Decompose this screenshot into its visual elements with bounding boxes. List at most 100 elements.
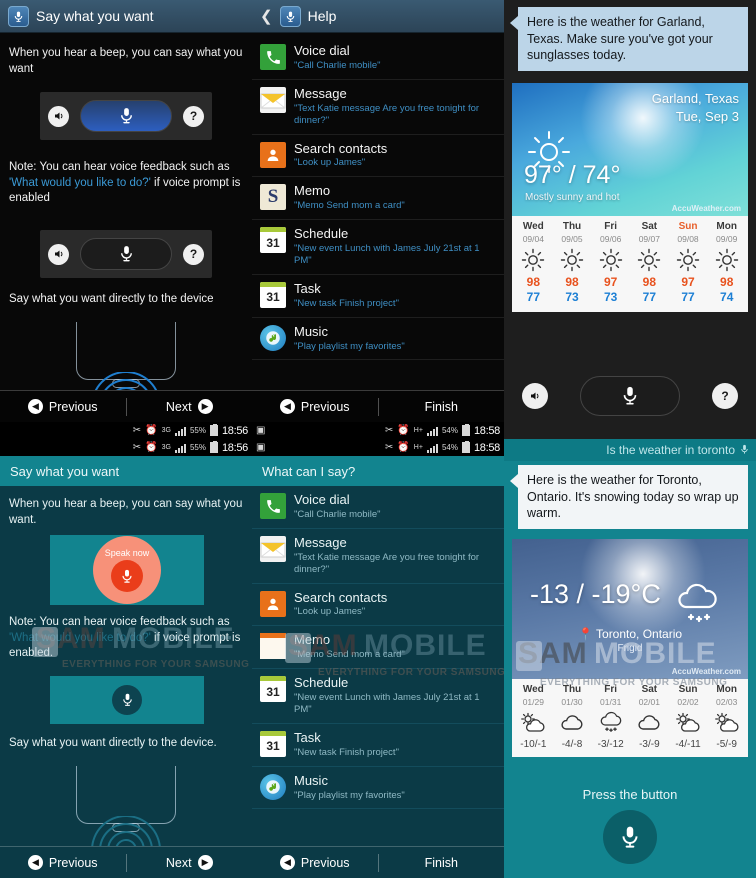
help-question-icon[interactable]: ? xyxy=(183,243,204,265)
help-item-example: "Call Charlie mobile" xyxy=(294,508,381,520)
finish-button[interactable]: Finish xyxy=(379,856,505,870)
screenshot-icon: ▣ xyxy=(256,424,266,436)
help-item-text: Schedule "New event Lunch with James July… xyxy=(294,675,496,716)
header-bar: What can I say? xyxy=(252,456,504,486)
query-text: Is the weather in toronto xyxy=(606,443,735,457)
listening-halo: Speak now xyxy=(93,536,161,604)
speak-now-label: Speak now xyxy=(104,548,150,558)
current-temperature: -13 / -19°C xyxy=(530,579,661,609)
forecast-date-label: 09/09 xyxy=(716,233,738,244)
previous-label: Previous xyxy=(300,399,350,414)
help-item-title: Message xyxy=(294,534,347,550)
forecast-temp-range: -4/-8 xyxy=(561,738,583,750)
help-list-item[interactable]: 31 Schedule "New event Lunch with James Ju… xyxy=(252,220,504,275)
help-list-item[interactable]: 31 Schedule "New event Lunch with James Ju… xyxy=(252,669,504,724)
help-item-example: "New event Lunch with James July 21st at… xyxy=(294,692,480,715)
help-item-title: Search contacts xyxy=(294,140,388,156)
weather-card[interactable]: Garland, Texas Tue, Sep 3 97° / 74° Most… xyxy=(512,83,748,312)
status-bar: ▣ ✂ ⏰ H+ 54% 18:58 xyxy=(252,422,504,439)
svoice-mic-icon xyxy=(8,5,29,27)
help-item-text: Music "Play playlist my favorites" xyxy=(294,324,496,353)
mic-button-idle[interactable] xyxy=(580,376,680,416)
previous-button[interactable]: ◀ Previous xyxy=(0,855,126,870)
status-bar: ▣ ✂ ⏰ H+ 54% 18:58 xyxy=(252,439,504,456)
forecast-day-label: Wed xyxy=(522,221,544,232)
panel-help-teal: ▣ ✂ ⏰ H+ 54% 18:58 What can I say? Voice… xyxy=(252,439,504,878)
mic-button-idle[interactable] xyxy=(112,685,142,715)
press-button-label: Press the button xyxy=(582,787,678,802)
svoice-mic-icon xyxy=(279,5,301,27)
mic-button-idle[interactable] xyxy=(603,810,657,864)
mic-button-listening[interactable] xyxy=(111,560,143,592)
help-list-item[interactable]: Voice dial "Call Charlie mobile" xyxy=(252,37,504,80)
forecast-row: Wed 09/04 98 77 Thu 09/05 98 73 Fri 09/06 97 73 Sat 0… xyxy=(512,216,748,312)
mic-button-listening[interactable] xyxy=(80,100,172,132)
help-list-item[interactable]: Message "Text Katie message Are you free … xyxy=(252,529,504,584)
clock-label: 18:56 xyxy=(221,424,248,437)
network-type-label: 3G xyxy=(161,427,171,434)
finish-button[interactable]: Finish xyxy=(379,400,505,414)
calendar-icon: 31 xyxy=(260,227,286,254)
battery-icon xyxy=(209,441,218,453)
forecast-day-label: Thu xyxy=(562,684,582,695)
speaker-icon[interactable] xyxy=(48,243,69,265)
previous-button[interactable]: ◀ Previous xyxy=(0,399,126,414)
help-list-item[interactable]: Music "Play playlist my favorites" xyxy=(252,767,504,810)
help-list-item[interactable]: Music "Play playlist my favorites" xyxy=(252,318,504,361)
location-pin-icon: 📍 xyxy=(577,627,593,641)
help-item-list: Voice dial "Call Charlie mobile" Message "T… xyxy=(252,37,504,390)
header-title: Say what you want xyxy=(36,8,154,24)
forecast-day-label: Sun xyxy=(678,684,698,695)
watermark-blob xyxy=(32,627,58,657)
help-list-item[interactable]: Message "Text Katie message Are you free … xyxy=(252,80,504,135)
clock-label: 18:58 xyxy=(473,424,500,437)
forecast-temp-range: -3/-12 xyxy=(597,738,624,750)
panel-tutorial-dark: Say what you want When you hear a beep, … xyxy=(0,0,252,439)
help-list-item[interactable]: S Memo "Memo Send mom a card" xyxy=(252,177,504,221)
header-bar: ❮ Help xyxy=(252,0,504,33)
mic-button-idle[interactable] xyxy=(80,238,172,270)
signal-icon xyxy=(174,443,186,453)
help-navbar: ◀ Previous Finish xyxy=(252,390,504,422)
signal-icon xyxy=(426,443,438,453)
alarm-icon: ⏰ xyxy=(145,441,158,453)
weather-condition: Frigid xyxy=(617,643,643,654)
help-list-item[interactable]: Voice dial "Call Charlie mobile" xyxy=(252,486,504,529)
battery-icon xyxy=(461,441,470,453)
chevron-left-icon: ◀ xyxy=(279,855,295,870)
screenshot-icon: ▣ xyxy=(256,441,266,453)
help-item-example: "Call Charlie mobile" xyxy=(294,59,381,71)
alarm-icon: ⏰ xyxy=(145,424,158,436)
forecast-date-label: 09/08 xyxy=(677,233,699,244)
help-list-item[interactable]: Search contacts "Look up James" xyxy=(252,584,504,627)
speaker-icon[interactable] xyxy=(522,383,548,409)
forecast-sunny-icon xyxy=(514,247,553,273)
previous-button[interactable]: ◀ Previous xyxy=(252,855,378,870)
battery-percent-label: 55% xyxy=(189,443,206,452)
help-item-title: Schedule xyxy=(294,675,349,691)
previous-button[interactable]: ◀ Previous xyxy=(252,399,378,414)
envelope-icon xyxy=(260,86,286,113)
finish-label: Finish xyxy=(424,855,458,870)
panel-weather-garland: Here is the weather for Garland, Texas. … xyxy=(504,0,756,439)
help-question-icon[interactable]: ? xyxy=(712,383,738,409)
watermark-blob xyxy=(516,641,542,671)
help-item-text: Message "Text Katie message Are you free … xyxy=(294,534,496,576)
tutorial-intro-text: When you hear a beep, you can say what y… xyxy=(9,47,243,75)
next-button[interactable]: Next ▶ xyxy=(127,399,253,414)
next-button[interactable]: Next ▶ xyxy=(127,855,253,870)
help-list-item[interactable]: 31 Task "New task Finish project" xyxy=(252,275,504,318)
help-list-item[interactable]: Search contacts "Look up James" xyxy=(252,135,504,178)
speak-now-card[interactable]: Speak now xyxy=(50,535,204,605)
forecast-day-label: Sat xyxy=(641,221,658,232)
forecast-day: Thu 01/30 -4/-8 xyxy=(553,684,592,751)
help-list-item[interactable]: 31 Task "New task Finish project" xyxy=(252,724,504,767)
speaker-icon[interactable] xyxy=(48,105,69,127)
signal-icon xyxy=(174,426,186,436)
weather-card[interactable]: -13 / -19°C 📍 Toronto, Ontario Frigid Ac… xyxy=(512,539,748,757)
help-question-icon[interactable]: ? xyxy=(183,105,204,127)
help-item-example: "Play playlist my favorites" xyxy=(294,789,405,801)
mic-strip-idle[interactable] xyxy=(50,676,204,724)
forecast-cloudy-icon xyxy=(630,710,669,736)
back-icon[interactable]: ❮ xyxy=(260,9,273,24)
